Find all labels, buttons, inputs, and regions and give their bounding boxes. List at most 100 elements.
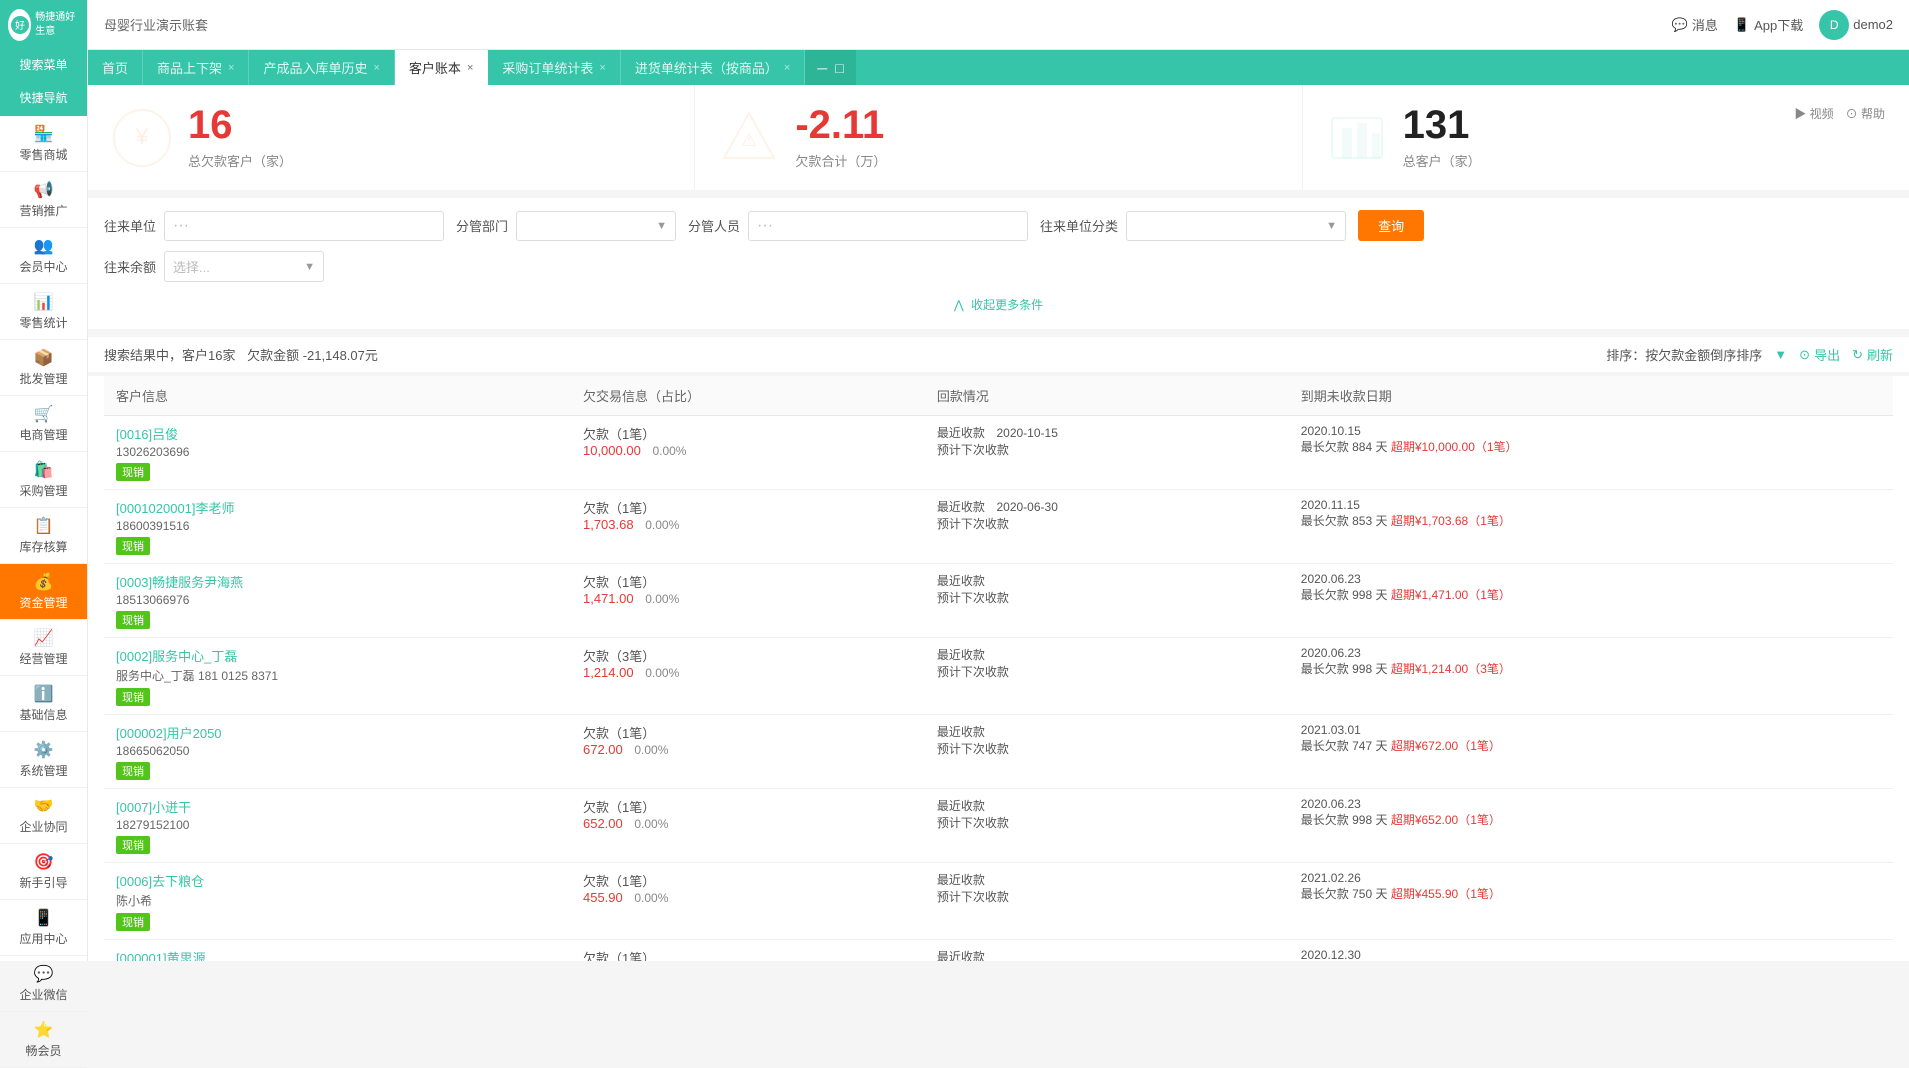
sidebar-item-11[interactable]: ⚙️系统管理 (0, 732, 87, 788)
customer-name-3[interactable]: [0002]服务中心_丁磊 (116, 646, 559, 665)
balance-placeholder: 选择... (173, 257, 210, 276)
dept-select[interactable]: ▼ (516, 211, 676, 241)
top-bar-right: 💬 消息 📱 App下载 D demo2 (1672, 10, 1893, 40)
collapse-bar[interactable]: ⋀ 收起更多条件 (104, 292, 1893, 317)
amount-text: 欠款金额 -21,148.07元 (247, 348, 378, 363)
play-icon: ▶ (1794, 107, 1806, 121)
recovery-cell-7: 最近收款 预计下次收款 (925, 940, 1289, 962)
overdue-link-4[interactable]: 超期¥672.00（1笔） (1391, 739, 1501, 753)
user-avatar-btn[interactable]: D demo2 (1819, 10, 1893, 40)
sidebar-top: 好 畅捷通好生意 搜索菜单 快捷导航 (0, 0, 87, 116)
unit-class-label: 往来单位分类 (1040, 216, 1118, 235)
card2-content: -2.11 欠款合计（万） (795, 105, 1277, 170)
customer-phone-0: 13026203696 (116, 445, 559, 459)
customer-name-4[interactable]: [000002]用户2050 (116, 723, 559, 742)
balance-select[interactable]: 选择... ▼ (164, 251, 324, 282)
overdue-link-5[interactable]: 超期¥652.00（1笔） (1391, 813, 1501, 827)
tab-bar-end: ─□ (805, 50, 855, 85)
debt-amount-2: 1,471.00 (583, 591, 634, 606)
search-menu-btn[interactable]: 搜索菜单 (0, 50, 87, 79)
customer-name-6[interactable]: [0006]去下粮仓 (116, 871, 559, 890)
nav-icon-7: 📋 (34, 516, 54, 536)
tab-production[interactable]: 产成品入库单历史 × (249, 50, 394, 85)
summary-cards: ¥ 16 总欠款客户（家） ⚠ -2.11 欠款合计（万） (88, 85, 1909, 190)
due-cell-0: 2020.10.15 最长欠款 884 天 超期¥10,000.00（1笔） (1289, 416, 1893, 490)
logo-icon: 好 (8, 9, 31, 41)
overdue-link-3[interactable]: 超期¥1,214.00（3笔） (1391, 662, 1511, 676)
sidebar-item-2[interactable]: 👥会员中心 (0, 228, 87, 284)
debt-count-0: 欠款（1笔） (583, 424, 913, 443)
due-cell-2: 2020.06.23 最长欠款 998 天 超期¥1,471.00（1笔） (1289, 564, 1893, 638)
tab-close-4[interactable]: × (599, 62, 605, 74)
tab-close-5[interactable]: × (784, 62, 790, 74)
tab-close-2[interactable]: × (373, 62, 379, 74)
customer-name-2[interactable]: [0003]畅捷服务尹海燕 (116, 572, 559, 591)
sort-label: 排序：按欠款金额倒序排序 (1606, 345, 1762, 364)
unit-class-select[interactable]: ▼ (1126, 211, 1346, 241)
overdue-link-0[interactable]: 超期¥10,000.00（1笔） (1391, 440, 1518, 454)
content-area: ¥ 16 总欠款客户（家） ⚠ -2.11 欠款合计（万） (88, 85, 1909, 961)
customer-name-0[interactable]: [0016]吕俊 (116, 424, 559, 443)
source-unit-dots: ··· (173, 217, 189, 235)
max-days-row-5: 最长欠款 998 天 超期¥652.00（1笔） (1301, 811, 1881, 828)
overdue-link-2[interactable]: 超期¥1,471.00（1笔） (1391, 588, 1511, 602)
svg-text:¥: ¥ (135, 124, 149, 149)
data-table: 客户信息 欠交易信息（占比） 回款情况 到期未收款日期 [0016]吕俊 130… (104, 376, 1893, 961)
tab-close-1[interactable]: × (228, 62, 234, 74)
tab-purchase[interactable]: 采购订单统计表× (488, 50, 620, 85)
quick-nav-btn[interactable]: 快捷导航 (0, 79, 87, 116)
tab-label-0: 首页 (102, 58, 128, 77)
overdue-link-1[interactable]: 超期¥1,703.68（1笔） (1391, 514, 1511, 528)
next-recv-label-4: 预计下次收款 (937, 742, 1009, 756)
max-days-row-0: 最长欠款 884 天 超期¥10,000.00（1笔） (1301, 438, 1881, 455)
sidebar-item-1[interactable]: 📢营销推广 (0, 172, 87, 228)
source-unit-input[interactable]: ··· (164, 211, 444, 241)
debt-cell-6: 欠款（1笔） 455.90 0.00% (571, 863, 925, 940)
message-icon: 💬 (1672, 17, 1688, 33)
recovery-cell-4: 最近收款 预计下次收款 (925, 715, 1289, 789)
sidebar-item-15[interactable]: 💬企业微信 (0, 956, 87, 1012)
sidebar-item-6[interactable]: 🛍️采购管理 (0, 452, 87, 508)
last-recv-label-1: 最近收款 (937, 500, 985, 514)
refresh-btn[interactable]: ↻ 刷新 (1852, 345, 1893, 364)
sidebar-item-12[interactable]: 🤝企业协同 (0, 788, 87, 844)
sidebar-item-7[interactable]: 📋库存核算 (0, 508, 87, 564)
tab-customer[interactable]: 客户账本× (395, 50, 488, 85)
tab-label-1: 商品上下架 (157, 58, 222, 77)
sidebar-item-16[interactable]: ⭐畅会员 (0, 1012, 87, 1068)
message-btn[interactable]: 💬 消息 (1672, 15, 1718, 34)
tab-maximize-btn[interactable]: □ (835, 60, 843, 76)
sidebar-item-8[interactable]: 💰资金管理 (0, 564, 87, 620)
sidebar-item-9[interactable]: 📈经营管理 (0, 620, 87, 676)
summary-card-1: ¥ 16 总欠款客户（家） (88, 85, 695, 190)
sidebar-item-5[interactable]: 🛒电商管理 (0, 396, 87, 452)
sidebar-item-14[interactable]: 📱应用中心 (0, 900, 87, 956)
export-btn[interactable]: ⊙ 导出 (1799, 345, 1840, 364)
sidebar-item-4[interactable]: 📦批发管理 (0, 340, 87, 396)
sort-chevron-icon: ▼ (1774, 347, 1787, 362)
help-btn[interactable]: ⊙ 帮助 (1846, 105, 1885, 122)
sidebar-item-3[interactable]: 📊零售统计 (0, 284, 87, 340)
customer-name-7[interactable]: [000001]黄思源 (116, 948, 559, 961)
sidebar-item-10[interactable]: ℹ️基础信息 (0, 676, 87, 732)
tab-instock[interactable]: 进货单统计表（按商品）× (621, 50, 805, 85)
customer-name-1[interactable]: [0001020001]李老师 (116, 498, 559, 517)
overdue-link-6[interactable]: 超期¥455.90（1笔） (1391, 887, 1501, 901)
tab-home[interactable]: 首页 (88, 50, 143, 85)
tab-products[interactable]: 商品上下架 × (143, 50, 249, 85)
tab-label-2: 产成品入库单历史 (263, 58, 367, 77)
app-download-btn[interactable]: 📱 App下载 (1734, 15, 1803, 34)
sidebar-item-13[interactable]: 🎯新手引导 (0, 844, 87, 900)
tab-close-3[interactable]: × (467, 62, 473, 74)
next-recv-3: 预计下次收款 (937, 663, 1277, 680)
tab-minimize-btn[interactable]: ─ (817, 60, 827, 76)
card3-content: 131 总客户（家） (1403, 105, 1779, 170)
query-button[interactable]: 查询 (1358, 210, 1424, 241)
max-days-row-4: 最长欠款 747 天 超期¥672.00（1笔） (1301, 737, 1881, 754)
next-recv-5: 预计下次收款 (937, 814, 1277, 831)
manager-input[interactable]: ··· (748, 211, 1028, 241)
view-btn[interactable]: ▶ 视频 (1794, 105, 1833, 122)
customer-name-5[interactable]: [0007]小迸干 (116, 797, 559, 816)
sidebar-item-0[interactable]: 🏪零售商城 (0, 116, 87, 172)
due-cell-4: 2021.03.01 最长欠款 747 天 超期¥672.00（1笔） (1289, 715, 1893, 789)
